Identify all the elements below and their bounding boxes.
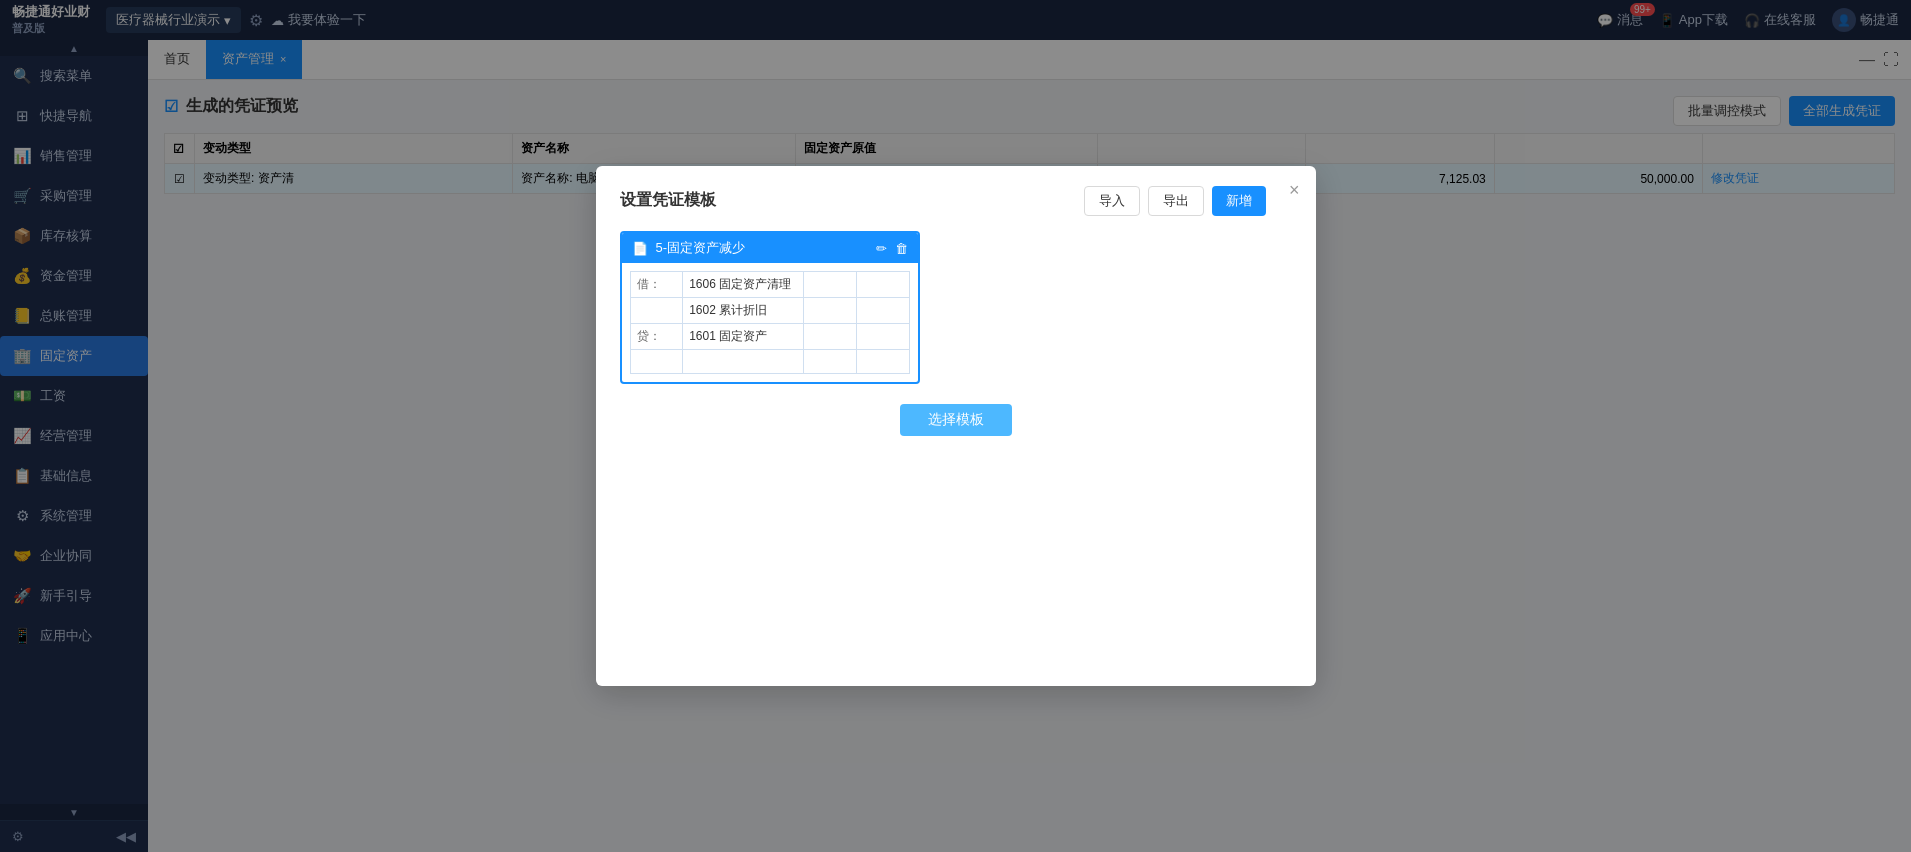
modal-toolbar: 导入 导出 新增 [1084,186,1266,216]
template-entry-row: 贷： 1601 固定资产 [630,324,909,350]
import-button[interactable]: 导入 [1084,186,1140,216]
template-doc-icon: 📄 [632,241,648,256]
modal-dialog: 设置凭证模板 导入 导出 新增 × 📄 5-固定资产减少 ✏ 🗑 [596,166,1316,686]
template-card-actions: ✏ 🗑 [876,241,908,256]
template-card-body: 借： 1606 固定资产清理 1602 累计折旧 贷： [622,263,918,382]
template-entry-row: 借： 1606 固定资产清理 [630,272,909,298]
template-card: 📄 5-固定资产减少 ✏ 🗑 借： 1606 固定资产清理 [620,231,920,384]
template-entry-row-empty [630,350,909,374]
template-card-header: 📄 5-固定资产减少 ✏ 🗑 [622,233,918,263]
modal-overlay[interactable]: 设置凭证模板 导入 导出 新增 × 📄 5-固定资产减少 ✏ 🗑 [0,0,1911,852]
new-button[interactable]: 新增 [1212,186,1266,216]
edit-icon[interactable]: ✏ [876,241,887,256]
template-entry-row: 1602 累计折旧 [630,298,909,324]
export-button[interactable]: 导出 [1148,186,1204,216]
modal-close-button[interactable]: × [1289,180,1300,201]
select-template-button[interactable]: 选择模板 [900,404,1012,436]
template-name: 5-固定资产减少 [656,239,746,257]
template-entries-table: 借： 1606 固定资产清理 1602 累计折旧 贷： [630,271,910,374]
delete-icon[interactable]: 🗑 [895,241,908,256]
